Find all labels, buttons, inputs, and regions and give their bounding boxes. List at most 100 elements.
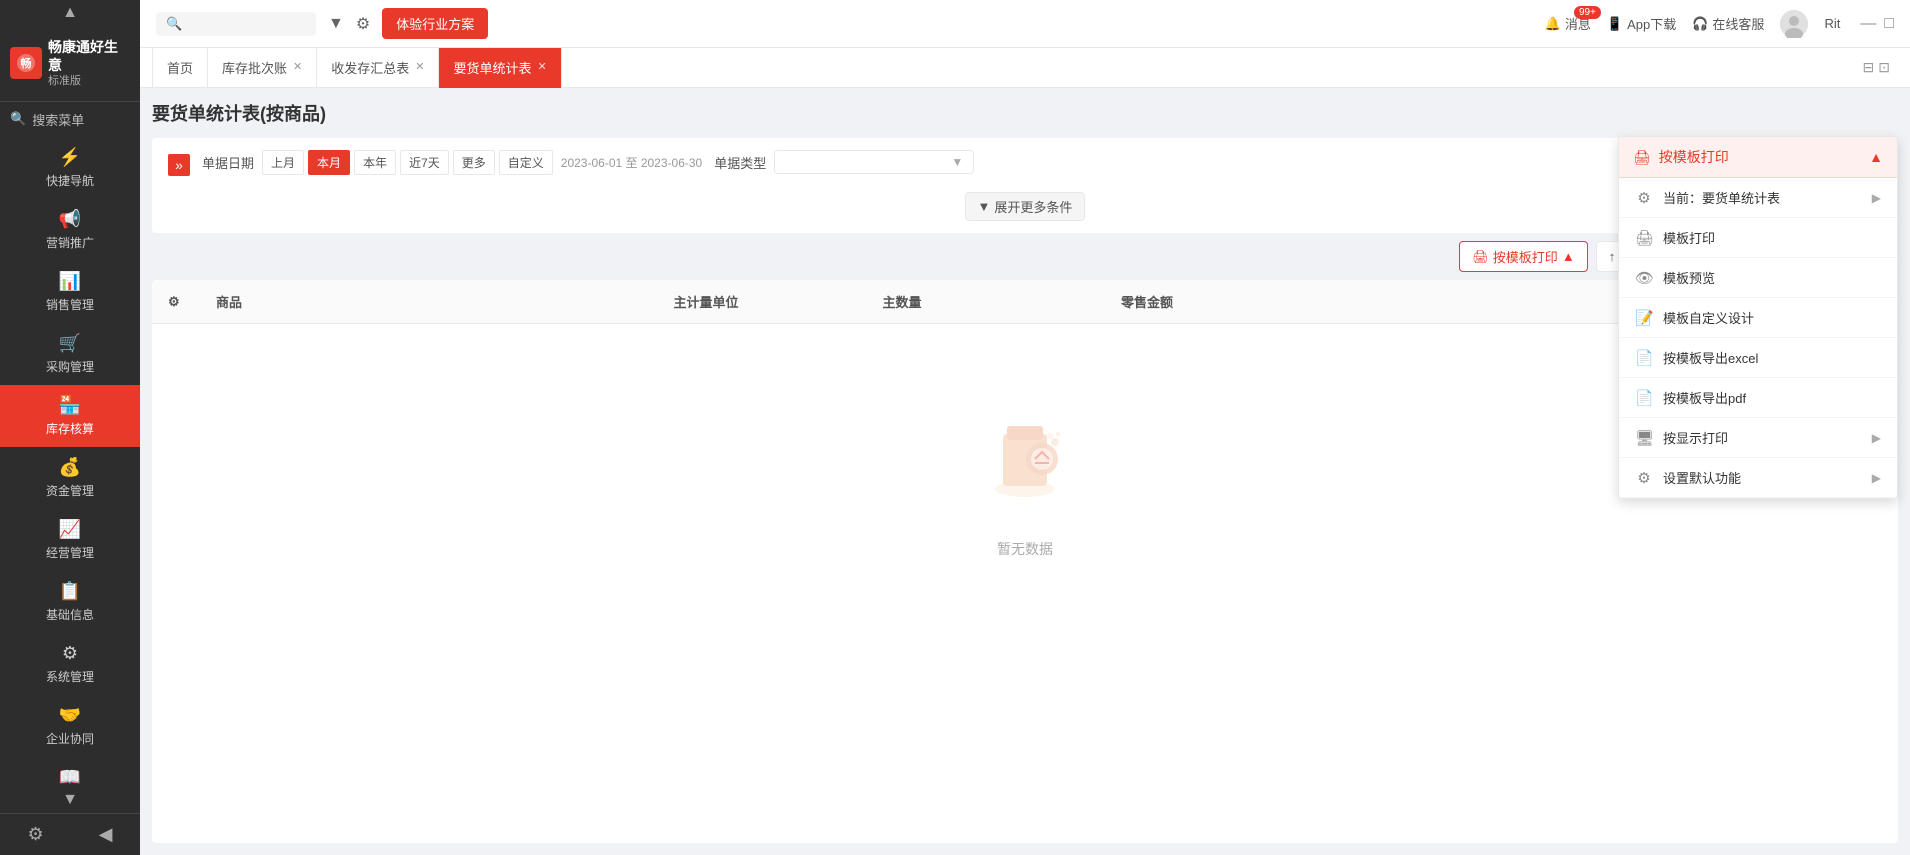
- sidebar-item-purchase[interactable]: 🛒 采购管理: [0, 323, 140, 385]
- tab-bar: 首页 库存批次账 ✕ 收发存汇总表 ✕ 要货单统计表 ✕ ⊟ ⊡: [140, 48, 1910, 88]
- tab-demand-summary[interactable]: 要货单统计表 ✕: [439, 48, 561, 88]
- sidebar-item-finance[interactable]: 💰 资金管理: [0, 447, 140, 509]
- col-settings[interactable]: ⚙: [168, 294, 208, 310]
- page-title: 要货单统计表(按商品): [152, 100, 1898, 126]
- shortcuts-icon: ⚡: [59, 147, 81, 168]
- empty-text: 暂无数据: [997, 539, 1053, 559]
- tab-close-collection-summary[interactable]: ✕: [415, 62, 424, 73]
- date-btn-more[interactable]: 更多: [453, 150, 495, 175]
- nav-dropdown-btn[interactable]: ▼: [328, 15, 344, 33]
- dropdown-display-print-item[interactable]: 🖥 按显示打印 ▶: [1619, 418, 1897, 458]
- app-logo-icon: 畅: [10, 47, 42, 79]
- settings-bottom-btn[interactable]: ⚙: [28, 824, 44, 845]
- dropdown-header-left: 🖨 按模板打印: [1633, 147, 1729, 167]
- maximize-tab-icon: ⊡: [1878, 59, 1890, 76]
- empty-illustration: [975, 404, 1075, 523]
- date-btn-custom[interactable]: 自定义: [499, 150, 553, 175]
- sidebar-item-marketing[interactable]: 📢 营销推广: [0, 199, 140, 261]
- enterprise-icon: 🤝: [59, 705, 81, 726]
- current-template-chevron-icon: ▶: [1872, 191, 1881, 205]
- purchase-icon: 🛒: [59, 333, 81, 354]
- dropdown-export-pdf-item[interactable]: 📄 按模板导出pdf: [1619, 378, 1897, 418]
- system-icon: ⚙: [62, 643, 78, 664]
- template-preview-item-icon: 👁: [1635, 269, 1653, 287]
- header-settings-btn[interactable]: ⚙: [356, 14, 370, 34]
- date-range-text: 2023-06-01 至 2023-06-30: [561, 154, 702, 171]
- default-func-left: ⚙ 设置默认功能: [1635, 468, 1741, 487]
- sales-icon: 📊: [59, 271, 81, 292]
- tab-close-demand-summary[interactable]: ✕: [538, 62, 547, 73]
- sidebar-item-shortcuts[interactable]: ⚡ 快捷导航: [0, 137, 140, 199]
- sidebar: ▲ 畅 畅康通好生意 标准版 🔍 搜索菜单 ⚡ 快捷导航 📢 营销推广 📊 销售…: [0, 0, 140, 855]
- dropdown-close-icon[interactable]: ▲: [1869, 149, 1883, 165]
- tab-expand-btn[interactable]: ⊟ ⊡: [1855, 59, 1898, 76]
- tab-collection-summary[interactable]: 收发存汇总表 ✕: [317, 48, 439, 88]
- tab-batch-accounts[interactable]: 库存批次账 ✕: [208, 48, 317, 88]
- filter-expand-btn[interactable]: »: [168, 154, 190, 176]
- current-template-icon: ⚙: [1635, 189, 1653, 207]
- main-area: 🔍 ▼ ⚙ 体验行业方案 🔔 消息 99+ 📱 App下载 🎧 在线客服: [140, 0, 1910, 855]
- dropdown-printer-icon: 🖨: [1633, 149, 1651, 166]
- collapse-sidebar-btn[interactable]: ◀: [99, 824, 113, 845]
- col-amount: 零售金额: [1000, 292, 1294, 311]
- sidebar-item-inventory[interactable]: 🏪 库存核算: [0, 385, 140, 447]
- header-right: 🔔 消息 99+ 📱 App下载 🎧 在线客服: [1545, 10, 1894, 38]
- tab-home[interactable]: 首页: [152, 48, 208, 88]
- sidebar-item-sales[interactable]: 📊 销售管理: [0, 261, 140, 323]
- date-btn-this-month[interactable]: 本月: [308, 150, 350, 175]
- header-search-box[interactable]: 🔍: [156, 12, 316, 36]
- date-buttons: 上月 本月 本年 近7天 更多 自定义: [262, 150, 553, 175]
- display-print-left: 🖥 按显示打印: [1635, 428, 1728, 447]
- dropdown-header: 🖨 按模板打印 ▲: [1619, 137, 1897, 178]
- basics-icon: 📋: [59, 581, 81, 602]
- date-btn-this-year[interactable]: 本年: [354, 150, 396, 175]
- date-filter-group: 单据日期 上月 本月 本年 近7天 更多 自定义 2023-06-01 至 20…: [202, 150, 702, 175]
- trial-industry-btn[interactable]: 体验行业方案: [382, 8, 488, 39]
- col-product: 商品: [208, 292, 608, 311]
- date-btn-last-month[interactable]: 上月: [262, 150, 304, 175]
- dropdown-default-func-item[interactable]: ⚙ 设置默认功能 ▶: [1619, 458, 1897, 498]
- sidebar-nav: ⚡ 快捷导航 📢 营销推广 📊 销售管理 🛒 采购管理 🏪 库存核算 💰 资金管…: [0, 137, 140, 787]
- tab-close-batch-accounts[interactable]: ✕: [293, 62, 302, 73]
- window-controls: — □: [1860, 15, 1894, 33]
- order-type-select[interactable]: ▼: [774, 150, 974, 174]
- expand-icon: ⊟: [1863, 59, 1875, 76]
- dropdown-export-excel-item[interactable]: 📄 按模板导出excel: [1619, 338, 1897, 378]
- sidebar-item-guide[interactable]: 📖 新手引导: [0, 757, 140, 787]
- expand-more-conditions-btn[interactable]: ▼ 展开更多条件: [965, 192, 1086, 221]
- export-excel-item-icon: 📄: [1635, 349, 1653, 367]
- sidebar-item-basics[interactable]: 📋 基础信息: [0, 571, 140, 633]
- order-type-filter-group: 单据类型 ▼: [714, 150, 974, 174]
- dropdown-template-custom-item[interactable]: 📝 模板自定义设计: [1619, 298, 1897, 338]
- dropdown-current-template[interactable]: ⚙ 当前：要货单统计表 ▶: [1619, 178, 1897, 218]
- sidebar-item-enterprise[interactable]: 🤝 企业协同: [0, 695, 140, 757]
- sidebar-item-operations[interactable]: 📈 经营管理: [0, 509, 140, 571]
- user-avatar[interactable]: [1780, 10, 1808, 38]
- online-service-btn[interactable]: 🎧 在线客服: [1692, 14, 1764, 33]
- avatar-img: [1780, 10, 1808, 38]
- guide-icon: 📖: [59, 767, 81, 787]
- date-btn-7days[interactable]: 近7天: [400, 150, 449, 175]
- dropdown-template-print-item[interactable]: 🖨 模板打印: [1619, 218, 1897, 258]
- notification-btn[interactable]: 🔔 消息 99+: [1545, 14, 1591, 33]
- sidebar-search[interactable]: 🔍 搜索菜单: [0, 102, 140, 137]
- app-download-btn[interactable]: 📱 App下载: [1607, 14, 1676, 33]
- user-name: Rit: [1824, 16, 1840, 31]
- display-print-chevron-icon: ▶: [1872, 431, 1881, 445]
- template-print-dropdown: 🖨 按模板打印 ▲ ⚙ 当前：要货单统计表 ▶ 🖨 模板打印 👁 模板预览: [1618, 136, 1898, 499]
- minimize-btn[interactable]: —: [1860, 15, 1876, 33]
- dropdown-template-preview-item[interactable]: 👁 模板预览: [1619, 258, 1897, 298]
- expand-more-icon: ▼: [978, 199, 991, 214]
- inventory-icon: 🏪: [59, 395, 81, 416]
- order-type-chevron-icon: ▼: [951, 155, 963, 169]
- sidebar-scroll-down[interactable]: ▼: [0, 787, 140, 813]
- printer-icon: 🖨: [1472, 249, 1489, 265]
- finance-icon: 💰: [59, 457, 81, 478]
- sidebar-item-system[interactable]: ⚙ 系统管理: [0, 633, 140, 695]
- header-search-icon: 🔍: [166, 16, 182, 32]
- operations-icon: 📈: [59, 519, 81, 540]
- notification-icon: 🔔: [1545, 16, 1561, 32]
- template-print-btn[interactable]: 🖨 按模板打印 ▲: [1459, 241, 1587, 272]
- maximize-btn[interactable]: □: [1884, 15, 1894, 33]
- sidebar-scroll-up[interactable]: ▲: [0, 0, 140, 26]
